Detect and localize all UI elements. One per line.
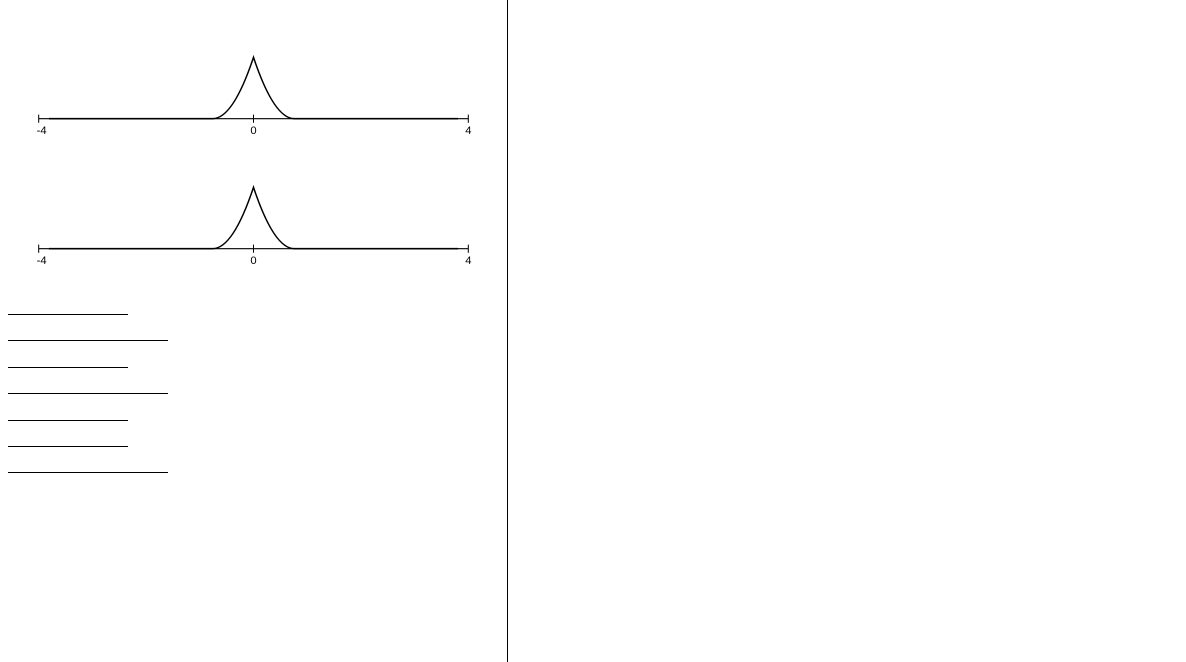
right-spreadsheet-panel (508, 0, 1186, 662)
formula-ref-label (508, 0, 1186, 20)
axis-right-2: 4 (465, 255, 471, 267)
bell-curve-1: -4 0 4 (8, 28, 499, 148)
axis-left-2: -4 (37, 255, 47, 267)
axis-right-1: 4 (465, 125, 471, 137)
axis-mid-2: 0 (250, 255, 256, 267)
curve-2: -4 0 4 (8, 158, 499, 278)
axis-mid-1: 0 (250, 125, 256, 137)
curve-1: -4 0 4 (8, 28, 499, 148)
left-document-panel: -4 0 4 -4 0 4 (0, 0, 508, 662)
conclusions-text (8, 298, 499, 483)
axis-left-1: -4 (37, 125, 47, 137)
bell-curve-2: -4 0 4 (8, 158, 499, 278)
